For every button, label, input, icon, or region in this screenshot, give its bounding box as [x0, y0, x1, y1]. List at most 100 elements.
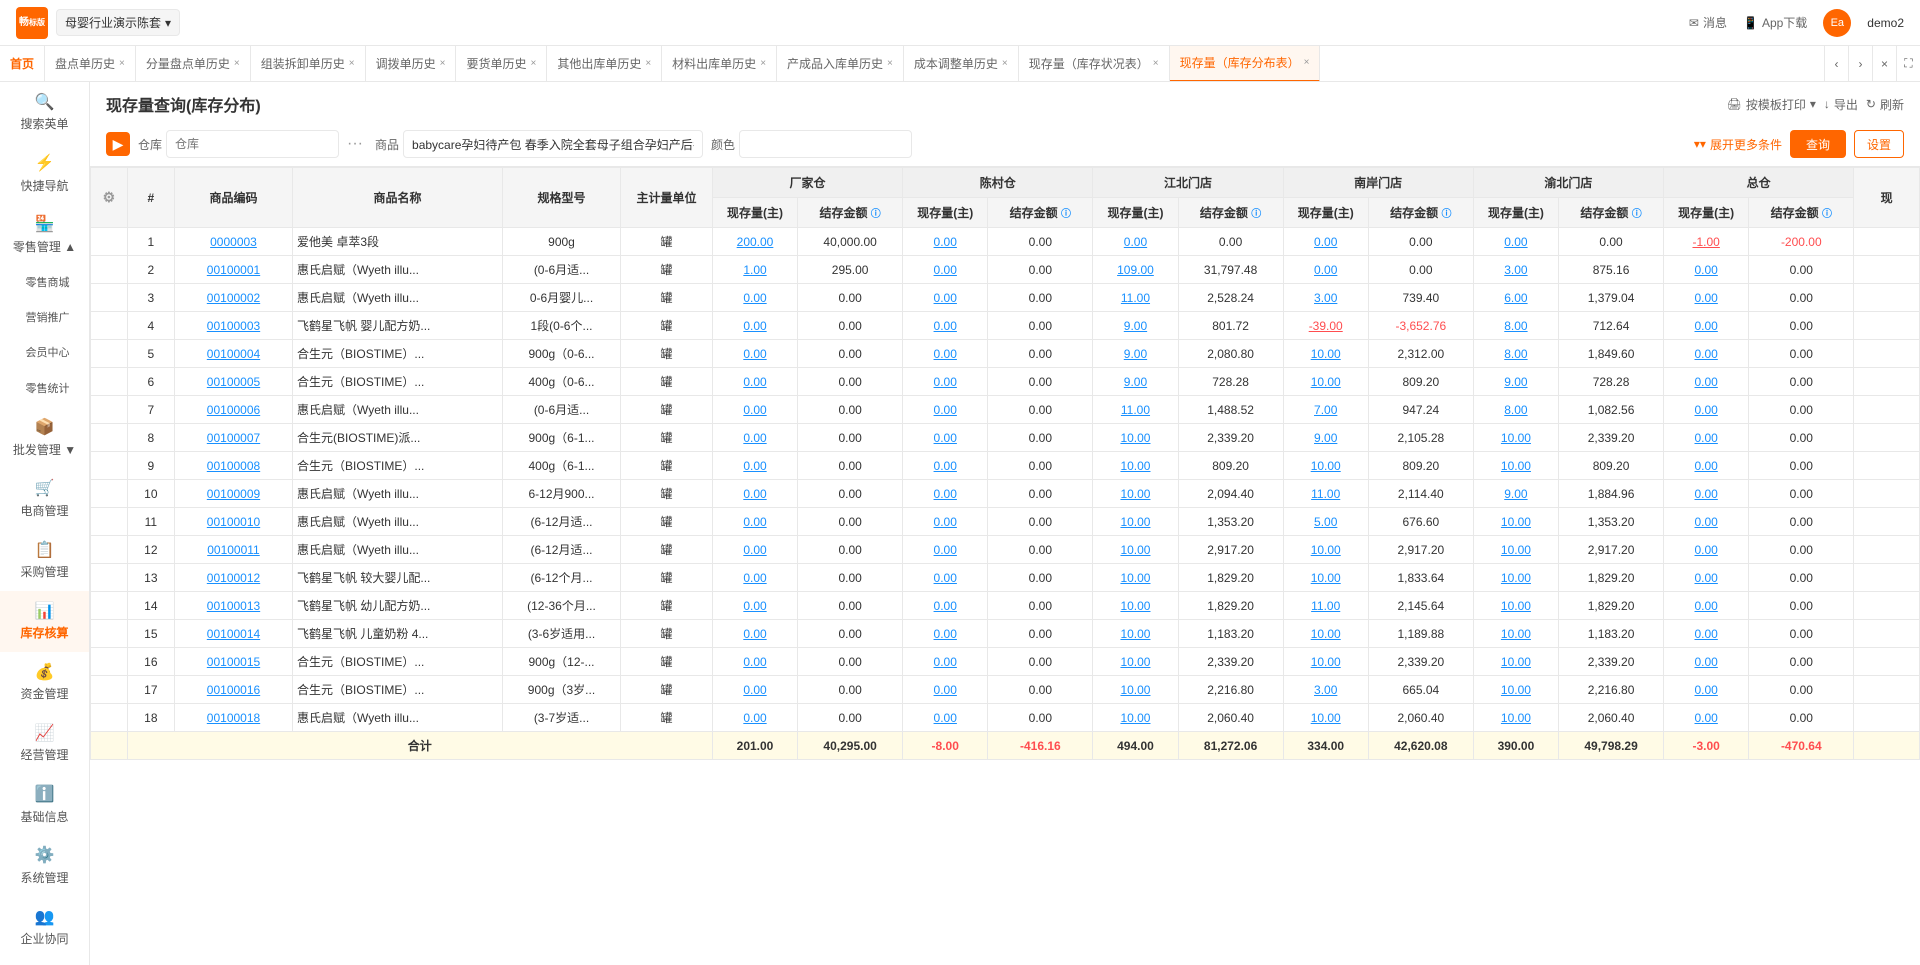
code-link[interactable]: 00100003 — [207, 319, 260, 333]
row-gear — [91, 396, 128, 424]
app-download-btn[interactable]: 📱 App下载 — [1743, 14, 1807, 31]
tab-1[interactable]: 盘点单历史 × — [45, 46, 136, 82]
tab-home[interactable]: 首页 — [0, 46, 45, 82]
tab-expand-btn[interactable]: ⛶ — [1896, 46, 1920, 82]
print-btn[interactable]: 🖨 按模板打印 ▾ — [1727, 96, 1816, 113]
avatar[interactable]: Ea — [1823, 9, 1851, 37]
sidebar-item-inventory[interactable]: 📊 库存核算 — [0, 591, 89, 652]
row-na-amt: 809.20 — [1368, 452, 1473, 480]
tab-close-btn[interactable]: × — [1872, 46, 1896, 82]
refresh-btn[interactable]: ↻ 刷新 — [1866, 96, 1904, 113]
code-link[interactable]: 00100009 — [207, 487, 260, 501]
code-link[interactable]: 00100008 — [207, 459, 260, 473]
code-link[interactable]: 00100016 — [207, 683, 260, 697]
tab-2[interactable]: 分量盘点单历史 × — [136, 46, 251, 82]
tab-10[interactable]: 现存量（库存状况表） × — [1019, 46, 1170, 82]
code-link[interactable]: 00100015 — [207, 655, 260, 669]
close-icon[interactable]: × — [440, 58, 446, 69]
sidebar-item-purchase[interactable]: 📋 采购管理 — [0, 530, 89, 591]
row-tot-stock: 0.00 — [1664, 256, 1749, 284]
tab-7[interactable]: 材料出库单历史 × — [662, 46, 777, 82]
code-link[interactable]: 00100001 — [207, 263, 260, 277]
sidebar-item-finance[interactable]: 💰 资金管理 — [0, 652, 89, 713]
filter-expand-btn[interactable]: ▶ — [106, 132, 130, 156]
sidebar-item-basic[interactable]: ℹ️ 基础信息 — [0, 774, 89, 835]
tab-prev-btn[interactable]: ‹ — [1824, 46, 1848, 82]
close-icon[interactable]: × — [1002, 58, 1008, 69]
goods-input[interactable] — [403, 130, 703, 158]
table-row: 18 00100018 惠氏启赋（Wyeth illu... (3-7岁适...… — [91, 704, 1920, 732]
sidebar-item-marketing[interactable]: 营销推广 — [0, 301, 89, 336]
row-name: 飞鹤星飞帆 儿童奶粉 4... — [293, 620, 503, 648]
sidebar-item-retail-shop[interactable]: 零售商城 — [0, 266, 89, 301]
tab-11[interactable]: 现存量（库存分布表） × — [1170, 46, 1321, 82]
color-field: 颜色 — [711, 130, 912, 158]
close-icon[interactable]: × — [1153, 58, 1159, 69]
color-input[interactable] — [739, 130, 912, 158]
warehouse-ellipsis[interactable]: ··· — [343, 135, 367, 153]
row-jb-stock: 10.00 — [1093, 424, 1178, 452]
close-icon[interactable]: × — [349, 58, 355, 69]
code-link[interactable]: 00100011 — [207, 543, 260, 557]
tab-next-btn[interactable]: › — [1848, 46, 1872, 82]
row-f-amt: 0.00 — [798, 704, 903, 732]
row-f-stock: 0.00 — [712, 704, 797, 732]
settings-btn[interactable]: 设置 — [1854, 130, 1904, 158]
industry-selector[interactable]: 母婴行业演示陈套 ▾ — [56, 9, 180, 36]
code-link[interactable]: 00100004 — [207, 347, 260, 361]
code-link[interactable]: 00100007 — [207, 431, 260, 445]
tab-8[interactable]: 产成品入库单历史 × — [777, 46, 904, 82]
sidebar-item-member[interactable]: 会员中心 — [0, 336, 89, 371]
gear-icon[interactable]: ⚙ — [103, 189, 116, 205]
message-btn[interactable]: ✉ 消息 — [1689, 14, 1727, 31]
sidebar-item-retail-mgmt[interactable]: 🏪 零售管理 ▲ — [0, 204, 89, 265]
row-current — [1854, 592, 1920, 620]
sidebar-item-search[interactable]: 🔍 搜索英单 — [0, 82, 89, 143]
query-btn[interactable]: 查询 — [1790, 130, 1846, 158]
sidebar-item-retail-stat[interactable]: 零售统计 — [0, 372, 89, 407]
close-icon[interactable]: × — [119, 58, 125, 69]
row-tot-stock: 0.00 — [1664, 284, 1749, 312]
sidebar-item-nav[interactable]: ⚡ 快捷导航 — [0, 143, 89, 204]
sidebar-retail-shop-label: 零售商城 — [12, 276, 83, 291]
export-btn[interactable]: ↓ 导出 — [1824, 96, 1858, 113]
row-cy-stock: 0.00 — [903, 704, 988, 732]
top-bar-right: ✉ 消息 📱 App下载 Ea demo2 — [1689, 9, 1904, 37]
code-link[interactable]: 00100010 — [207, 515, 260, 529]
close-icon[interactable]: × — [234, 58, 240, 69]
tab-4[interactable]: 调拨单历史 × — [366, 46, 457, 82]
close-icon[interactable]: × — [645, 58, 651, 69]
close-icon[interactable]: × — [760, 58, 766, 69]
sidebar-item-wholesale[interactable]: 📦 批发管理 ▼ — [0, 407, 89, 468]
tab-3[interactable]: 组装拆卸单历史 × — [251, 46, 366, 82]
code-link[interactable]: 0000003 — [210, 235, 257, 249]
row-jb-stock: 9.00 — [1093, 312, 1178, 340]
code-link[interactable]: 00100002 — [207, 291, 260, 305]
close-icon[interactable]: × — [530, 58, 536, 69]
code-link[interactable]: 00100012 — [207, 571, 260, 585]
tab-9[interactable]: 成本调整单历史 × — [904, 46, 1019, 82]
tab-5[interactable]: 要货单历史 × — [456, 46, 547, 82]
code-link[interactable]: 00100013 — [207, 599, 260, 613]
close-icon[interactable]: × — [1304, 57, 1310, 68]
row-tot-amt: 0.00 — [1749, 424, 1854, 452]
tab-6[interactable]: 其他出库单历史 × — [547, 46, 662, 82]
code-link[interactable]: 00100014 — [207, 627, 260, 641]
row-f-amt: 0.00 — [798, 480, 903, 508]
sidebar-item-collab[interactable]: 👥 企业协同 — [0, 897, 89, 958]
sidebar-item-operation[interactable]: 📈 经营管理 — [0, 713, 89, 774]
row-current — [1854, 284, 1920, 312]
sidebar-item-guide[interactable]: 🎯 新手引导 — [0, 958, 89, 965]
row-current — [1854, 452, 1920, 480]
summary-tot-stock: -3.00 — [1664, 732, 1749, 760]
summary-na-stock: 334.00 — [1283, 732, 1368, 760]
row-jb-amt: 1,353.20 — [1178, 508, 1283, 536]
code-link[interactable]: 00100006 — [207, 403, 260, 417]
close-icon[interactable]: × — [887, 58, 893, 69]
code-link[interactable]: 00100005 — [207, 375, 260, 389]
sidebar-item-ecommerce[interactable]: 🛒 电商管理 — [0, 468, 89, 529]
warehouse-input[interactable] — [166, 130, 339, 158]
code-link[interactable]: 00100018 — [207, 711, 260, 725]
sidebar-item-system[interactable]: ⚙️ 系统管理 — [0, 835, 89, 896]
filter-more-btn[interactable]: ▾▾ 展开更多条件 — [1694, 136, 1782, 153]
